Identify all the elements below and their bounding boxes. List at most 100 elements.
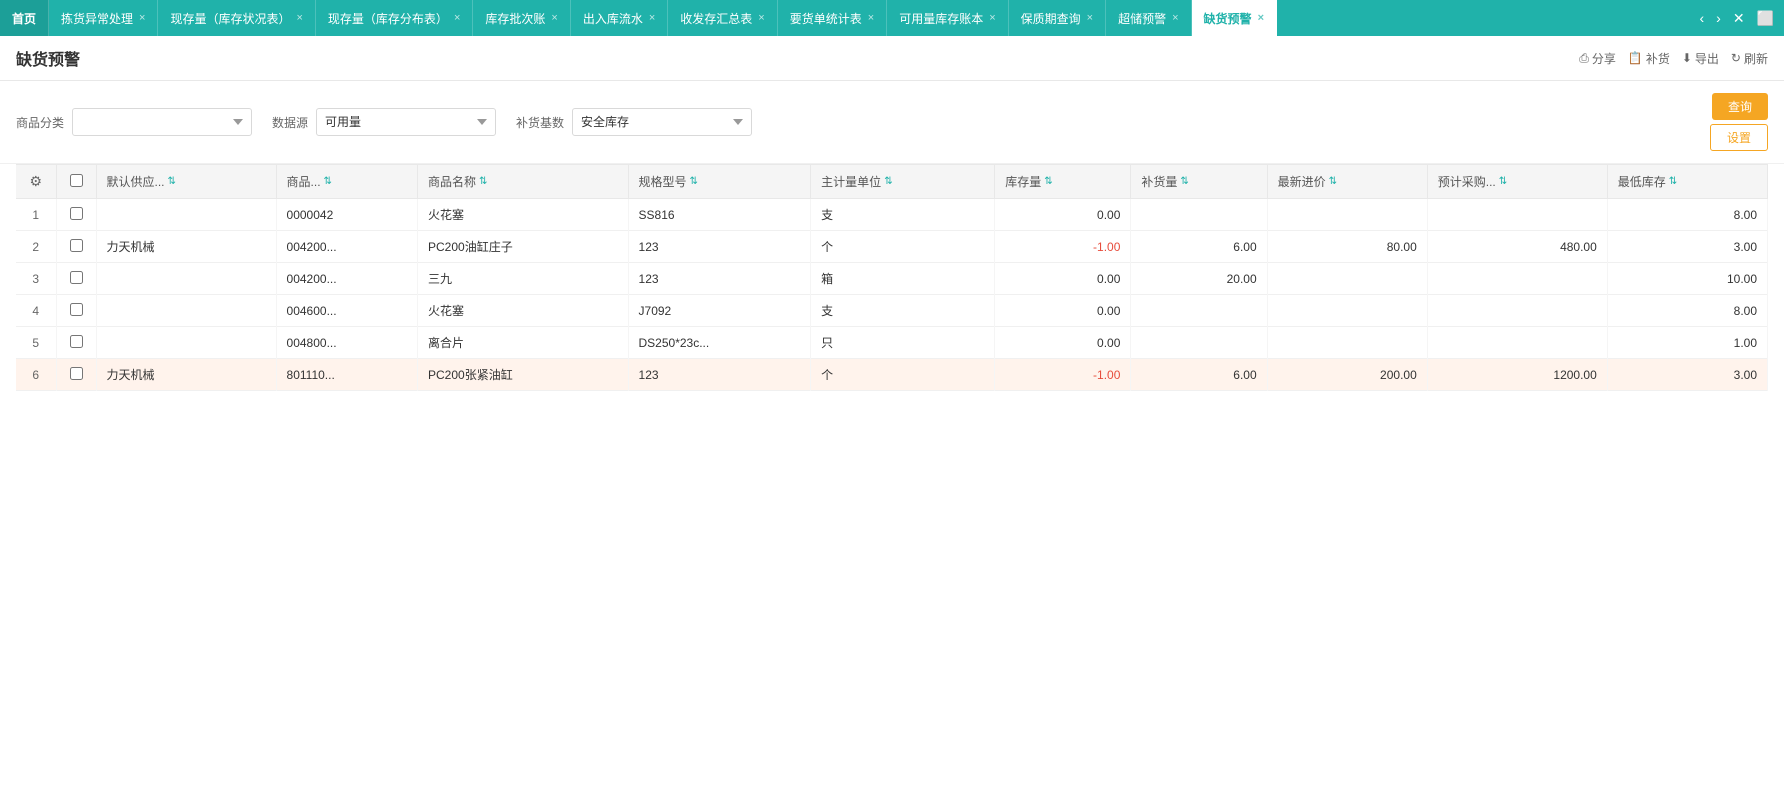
row-unit-4: 支 (811, 295, 995, 327)
tab-inventory-dist[interactable]: 现存量（库存分布表） × (316, 0, 473, 36)
row-est-purchase-2: 480.00 (1427, 231, 1607, 263)
table-row: 4 004600... 火花塞 J7092 支 0.00 8.00 (16, 295, 1768, 327)
settings-button[interactable]: 设置 (1710, 124, 1768, 151)
row-stock-5: 0.00 (995, 327, 1131, 359)
table-row: 3 004200... 三九 123 箱 0.00 20.00 10.00 (16, 263, 1768, 295)
tab-inout-flow[interactable]: 出入库流水 × (571, 0, 668, 36)
close-inventory-dist-tab[interactable]: × (454, 12, 460, 24)
replenish-base-label: 补货基数 (516, 114, 564, 131)
tab-restore-btn[interactable]: ⬜ (1751, 10, 1780, 27)
row-est-purchase-4 (1427, 295, 1607, 327)
th-supplier[interactable]: 默认供应... ⇅ (96, 165, 276, 199)
tab-prev-btn[interactable]: ‹ (1693, 10, 1710, 26)
close-available-ledger-tab[interactable]: × (989, 12, 995, 24)
replenish-base-select[interactable]: 安全库存 最低库存 (572, 108, 752, 136)
row-replenish-qty-4 (1131, 295, 1267, 327)
replenish-btn[interactable]: 📋 补货 (1628, 50, 1670, 67)
tab-expiry-query[interactable]: 保质期查询 × (1009, 0, 1106, 36)
row-unit-5: 只 (811, 327, 995, 359)
row-supplier-5 (96, 327, 276, 359)
tab-close-all-btn[interactable]: ✕ (1727, 10, 1751, 27)
row-latest-price-1 (1267, 199, 1427, 231)
main-content: 缺货预警 ⎙ 分享 📋 补货 ⬇ 导出 ↻ 刷新 商品分类 (0, 36, 1784, 796)
row-replenish-qty-1 (1131, 199, 1267, 231)
row-product-name-2: PC200油缸庄子 (418, 231, 629, 263)
th-replenish-qty[interactable]: 补货量 ⇅ (1131, 165, 1267, 199)
row-replenish-qty-5 (1131, 327, 1267, 359)
row-unit-3: 箱 (811, 263, 995, 295)
row-latest-price-2: 80.00 (1267, 231, 1427, 263)
tab-exception[interactable]: 拣货异常处理 × (49, 0, 158, 36)
close-inout-flow-tab[interactable]: × (649, 12, 655, 24)
row-checkbox-5[interactable] (56, 327, 96, 359)
close-inventory-status-tab[interactable]: × (296, 12, 302, 24)
row-min-stock-4: 8.00 (1607, 295, 1767, 327)
row-stock-2: -1.00 (995, 231, 1131, 263)
tab-batch-account[interactable]: 库存批次账 × (473, 0, 570, 36)
table-header-row: ⚙ 默认供应... ⇅ 商品... ⇅ (16, 165, 1768, 199)
row-num-1: 1 (16, 199, 56, 231)
tab-overstock[interactable]: 超储预警 × (1106, 0, 1191, 36)
tab-shortage[interactable]: 缺货预警 × (1192, 0, 1277, 36)
category-select[interactable] (72, 108, 252, 136)
category-filter-group: 商品分类 (16, 108, 252, 136)
row-product-code-4: 004600... (276, 295, 417, 327)
query-button[interactable]: 查询 (1712, 93, 1768, 120)
row-stock-4: 0.00 (995, 295, 1131, 327)
tab-available-ledger[interactable]: 可用量库存账本 × (887, 0, 1008, 36)
close-overstock-tab[interactable]: × (1172, 12, 1178, 24)
select-all-checkbox[interactable] (70, 174, 83, 187)
tab-next-btn[interactable]: › (1710, 10, 1727, 26)
row-checkbox-2[interactable] (56, 231, 96, 263)
refresh-btn[interactable]: ↻ 刷新 (1731, 50, 1768, 67)
table-container: ⚙ 默认供应... ⇅ 商品... ⇅ (0, 164, 1784, 391)
filter-bar: 商品分类 数据源 可用量 库存量 补货基数 安全库存 最低库存 查询 设置 (0, 81, 1784, 164)
replenish-base-filter-group: 补货基数 安全库存 最低库存 (516, 108, 752, 136)
tab-inventory-status[interactable]: 现存量（库存状况表） × (158, 0, 315, 36)
table-row: 2 力天机械 004200... PC200油缸庄子 123 个 -1.00 6… (16, 231, 1768, 263)
row-min-stock-6: 3.00 (1607, 359, 1767, 391)
th-stock[interactable]: 库存量 ⇅ (995, 165, 1131, 199)
row-latest-price-5 (1267, 327, 1427, 359)
share-btn[interactable]: ⎙ 分享 (1579, 50, 1616, 67)
row-checkbox-3[interactable] (56, 263, 96, 295)
close-exception-tab[interactable]: × (139, 12, 145, 24)
row-latest-price-6: 200.00 (1267, 359, 1427, 391)
th-product-code[interactable]: 商品... ⇅ (276, 165, 417, 199)
close-batch-account-tab[interactable]: × (551, 12, 557, 24)
th-settings: ⚙ (16, 165, 56, 199)
row-spec-2: 123 (628, 231, 811, 263)
th-est-purchase[interactable]: 预计采购... ⇅ (1427, 165, 1607, 199)
table-row: 5 004800... 离合片 DS250*23c... 只 0.00 1.00 (16, 327, 1768, 359)
row-num-5: 5 (16, 327, 56, 359)
th-latest-price[interactable]: 最新进价 ⇅ (1267, 165, 1427, 199)
th-spec[interactable]: 规格型号 ⇅ (628, 165, 811, 199)
th-unit[interactable]: 主计量单位 ⇅ (811, 165, 995, 199)
page-header: 缺货预警 ⎙ 分享 📋 补货 ⬇ 导出 ↻ 刷新 (0, 36, 1784, 81)
column-settings-icon[interactable]: ⚙ (29, 173, 42, 189)
row-checkbox-4[interactable] (56, 295, 96, 327)
export-btn[interactable]: ⬇ 导出 (1682, 50, 1719, 67)
tab-order-stats[interactable]: 要货单统计表 × (778, 0, 887, 36)
tab-home[interactable]: 首页 (0, 0, 49, 36)
th-min-stock[interactable]: 最低库存 ⇅ (1607, 165, 1767, 199)
row-supplier-1 (96, 199, 276, 231)
close-collect-summary-tab[interactable]: × (758, 12, 764, 24)
close-order-stats-tab[interactable]: × (868, 12, 874, 24)
close-expiry-query-tab[interactable]: × (1087, 12, 1093, 24)
close-shortage-tab[interactable]: × (1258, 12, 1264, 24)
row-supplier-3 (96, 263, 276, 295)
tab-collect-summary[interactable]: 收发存汇总表 × (668, 0, 777, 36)
filter-actions: 查询 设置 (1710, 93, 1768, 151)
datasource-select[interactable]: 可用量 库存量 (316, 108, 496, 136)
row-min-stock-1: 8.00 (1607, 199, 1767, 231)
th-product-name[interactable]: 商品名称 ⇅ (418, 165, 629, 199)
row-replenish-qty-6: 6.00 (1131, 359, 1267, 391)
datasource-filter-group: 数据源 可用量 库存量 (272, 108, 496, 136)
row-checkbox-6[interactable] (56, 359, 96, 391)
product-name-sort-icon: ⇅ (479, 176, 487, 187)
row-unit-1: 支 (811, 199, 995, 231)
row-checkbox-1[interactable] (56, 199, 96, 231)
row-supplier-6: 力天机械 (96, 359, 276, 391)
row-latest-price-4 (1267, 295, 1427, 327)
